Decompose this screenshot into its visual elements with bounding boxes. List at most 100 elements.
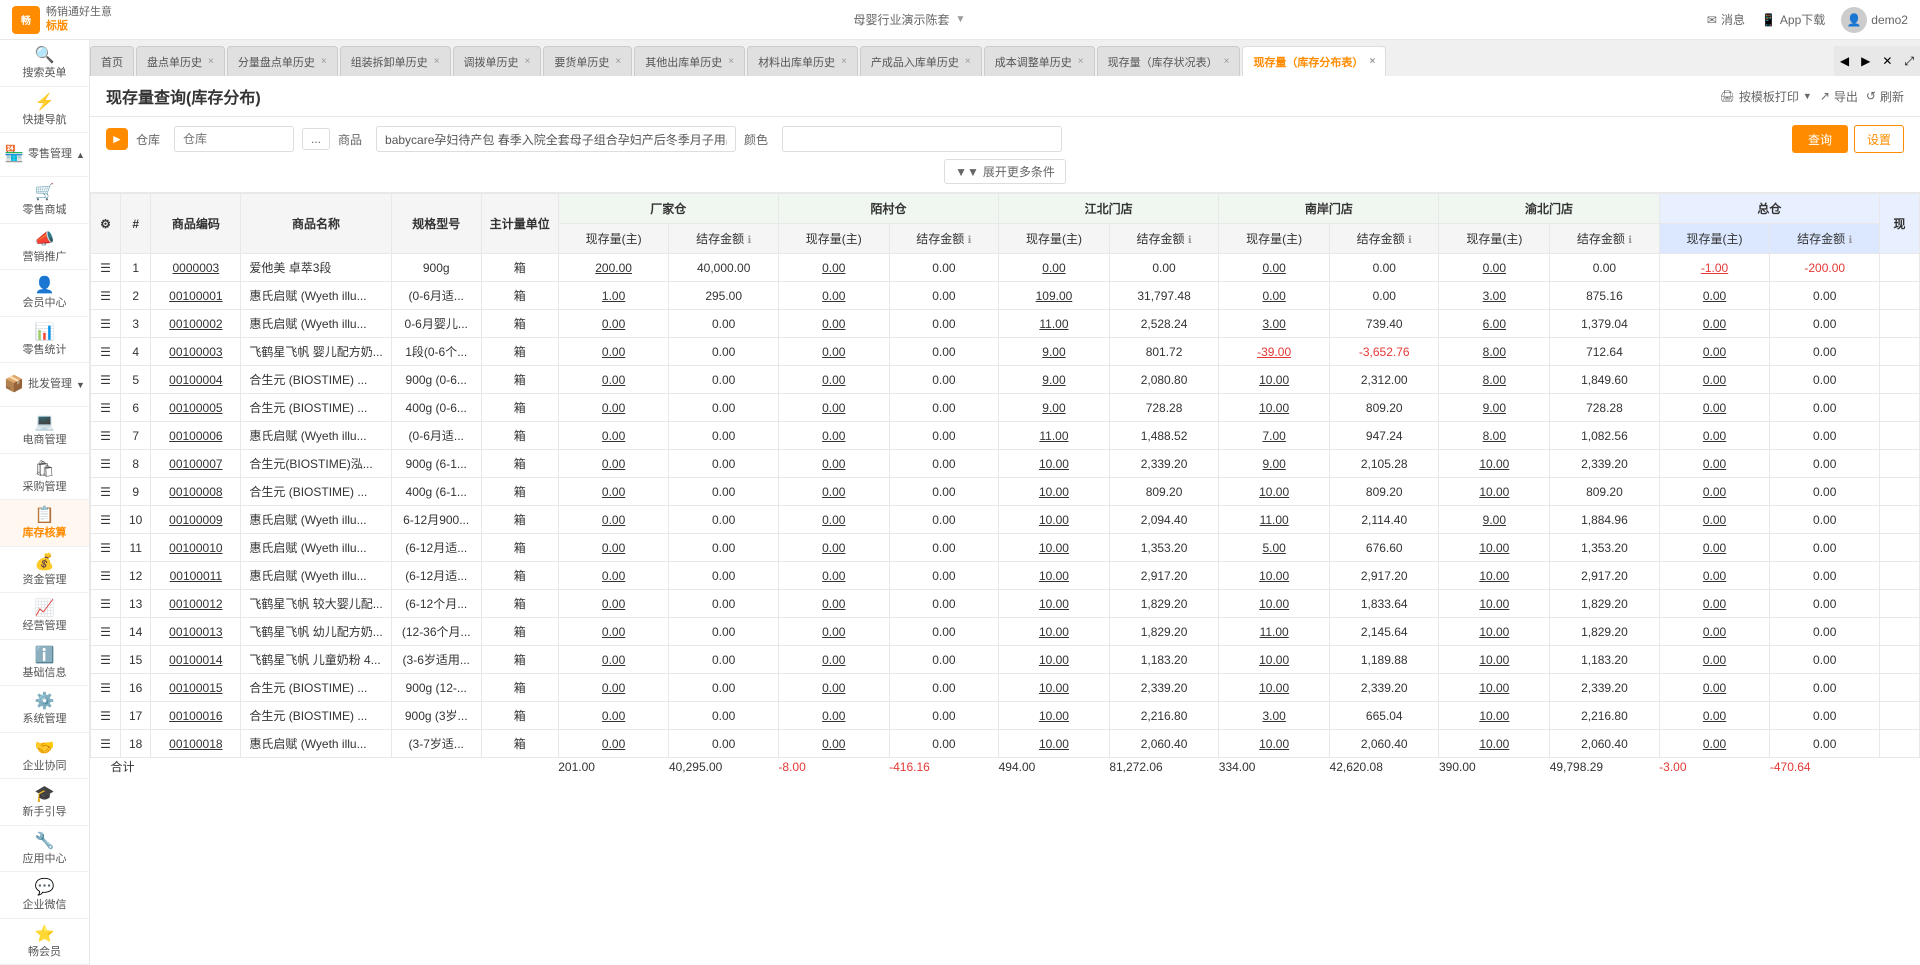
row-w2-qty[interactable]: 0.00 xyxy=(778,422,889,450)
row-w5-qty[interactable]: 10.00 xyxy=(1439,590,1550,618)
row-gear[interactable]: ☰ xyxy=(91,506,121,534)
row-w1-qty[interactable]: 0.00 xyxy=(558,730,669,758)
sidebar-item-new-guide[interactable]: 🎓 新手引导 xyxy=(0,779,89,826)
close-tab-stock-status[interactable]: × xyxy=(1224,56,1230,67)
row-w2-qty[interactable]: 0.00 xyxy=(778,730,889,758)
sidebar-item-ecommerce[interactable]: 💻 电商管理 xyxy=(0,407,89,454)
close-tab-partial-inventory[interactable]: × xyxy=(321,56,327,67)
row-w2-qty[interactable]: 0.00 xyxy=(778,338,889,366)
tab-cost-adjustment[interactable]: 成本调整单历史 × xyxy=(984,46,1095,76)
close-tab-inventory-history[interactable]: × xyxy=(208,56,214,67)
row-w4-qty[interactable]: 0.00 xyxy=(1219,282,1330,310)
row-total-qty[interactable]: 0.00 xyxy=(1659,562,1770,590)
close-tab-material-outbound[interactable]: × xyxy=(841,56,847,67)
row-w5-qty[interactable]: 10.00 xyxy=(1439,618,1550,646)
row-w1-qty[interactable]: 0.00 xyxy=(558,534,669,562)
sidebar-item-enterprise-wechat[interactable]: 💬 企业微信 xyxy=(0,872,89,919)
row-gear[interactable]: ☰ xyxy=(91,394,121,422)
row-w4-qty[interactable]: 9.00 xyxy=(1219,450,1330,478)
row-code[interactable]: 00100008 xyxy=(151,478,241,506)
row-w5-qty[interactable]: 10.00 xyxy=(1439,646,1550,674)
row-code[interactable]: 00100018 xyxy=(151,730,241,758)
row-code[interactable]: 0000003 xyxy=(151,254,241,282)
row-w1-qty[interactable]: 0.00 xyxy=(558,366,669,394)
row-w1-qty[interactable]: 0.00 xyxy=(558,618,669,646)
row-w5-qty[interactable]: 9.00 xyxy=(1439,394,1550,422)
row-w5-qty[interactable]: 9.00 xyxy=(1439,506,1550,534)
row-gear[interactable]: ☰ xyxy=(91,282,121,310)
row-w1-qty[interactable]: 0.00 xyxy=(558,506,669,534)
row-w2-qty[interactable]: 0.00 xyxy=(778,282,889,310)
sidebar-item-app-center[interactable]: 🔧 应用中心 xyxy=(0,826,89,873)
row-w1-qty[interactable]: 0.00 xyxy=(558,450,669,478)
row-w4-qty[interactable]: 10.00 xyxy=(1219,394,1330,422)
close-tab-other-outbound[interactable]: × xyxy=(728,56,734,67)
row-w2-qty[interactable]: 0.00 xyxy=(778,506,889,534)
row-w4-qty[interactable]: 10.00 xyxy=(1219,674,1330,702)
row-total-qty[interactable]: 0.00 xyxy=(1659,618,1770,646)
row-gear[interactable]: ☰ xyxy=(91,450,121,478)
row-total-qty[interactable]: -1.00 xyxy=(1659,254,1770,282)
row-w5-qty[interactable]: 10.00 xyxy=(1439,730,1550,758)
row-w3-qty[interactable]: 10.00 xyxy=(999,506,1110,534)
row-w4-qty[interactable]: 10.00 xyxy=(1219,562,1330,590)
row-total-qty[interactable]: 0.00 xyxy=(1659,282,1770,310)
row-total-qty[interactable]: 0.00 xyxy=(1659,506,1770,534)
row-total-qty[interactable]: 0.00 xyxy=(1659,590,1770,618)
row-gear[interactable]: ☰ xyxy=(91,310,121,338)
row-w1-qty[interactable]: 0.00 xyxy=(558,674,669,702)
row-w2-qty[interactable]: 0.00 xyxy=(778,674,889,702)
row-total-qty[interactable]: 0.00 xyxy=(1659,646,1770,674)
close-tab-kit-disassembly[interactable]: × xyxy=(434,56,440,67)
app-download-btn[interactable]: 📱 App下载 xyxy=(1761,11,1825,28)
row-w2-qty[interactable]: 0.00 xyxy=(778,590,889,618)
user-menu[interactable]: 👤 demo2 xyxy=(1841,7,1908,33)
row-gear[interactable]: ☰ xyxy=(91,562,121,590)
sidebar-item-retail-stats[interactable]: 📊 零售统计 xyxy=(0,317,89,364)
row-w5-qty[interactable]: 8.00 xyxy=(1439,422,1550,450)
tab-prev-btn[interactable]: ◀ xyxy=(1834,46,1855,76)
row-code[interactable]: 00100012 xyxy=(151,590,241,618)
sidebar-item-inventory-check[interactable]: 📋 库存核算 xyxy=(0,500,89,547)
row-w4-qty[interactable]: 10.00 xyxy=(1219,730,1330,758)
row-total-qty[interactable]: 0.00 xyxy=(1659,702,1770,730)
row-w3-qty[interactable]: 10.00 xyxy=(999,478,1110,506)
row-w2-qty[interactable]: 0.00 xyxy=(778,562,889,590)
row-w5-qty[interactable]: 8.00 xyxy=(1439,338,1550,366)
close-tab-cost-adjustment[interactable]: × xyxy=(1078,56,1084,67)
row-w4-qty[interactable]: 0.00 xyxy=(1219,254,1330,282)
close-tab-product-inbound[interactable]: × xyxy=(965,56,971,67)
row-code[interactable]: 00100007 xyxy=(151,450,241,478)
row-w3-qty[interactable]: 109.00 xyxy=(999,282,1110,310)
w3-amt-info-icon[interactable]: ℹ xyxy=(1188,235,1192,246)
row-w1-qty[interactable]: 0.00 xyxy=(558,590,669,618)
row-w2-qty[interactable]: 0.00 xyxy=(778,646,889,674)
row-w2-qty[interactable]: 0.00 xyxy=(778,394,889,422)
row-w1-qty[interactable]: 0.00 xyxy=(558,562,669,590)
sidebar-item-quick-nav[interactable]: ⚡ 快捷导航 xyxy=(0,87,89,134)
row-w4-qty[interactable]: 10.00 xyxy=(1219,478,1330,506)
row-total-qty[interactable]: 0.00 xyxy=(1659,394,1770,422)
row-code[interactable]: 00100016 xyxy=(151,702,241,730)
export-btn[interactable]: ↗ 导出 xyxy=(1820,88,1858,105)
w2-amt-info-icon[interactable]: ℹ xyxy=(968,235,972,246)
row-gear[interactable]: ☰ xyxy=(91,674,121,702)
row-code[interactable]: 00100009 xyxy=(151,506,241,534)
row-w2-qty[interactable]: 0.00 xyxy=(778,450,889,478)
row-code[interactable]: 00100005 xyxy=(151,394,241,422)
row-w4-qty[interactable]: 3.00 xyxy=(1219,702,1330,730)
row-gear[interactable]: ☰ xyxy=(91,534,121,562)
sidebar-item-wholesale[interactable]: 📦 批发管理 ▼ xyxy=(0,363,89,407)
row-w3-qty[interactable]: 10.00 xyxy=(999,450,1110,478)
row-w3-qty[interactable]: 10.00 xyxy=(999,562,1110,590)
row-code[interactable]: 00100015 xyxy=(151,674,241,702)
w4-amt-info-icon[interactable]: ℹ xyxy=(1408,235,1412,246)
warehouse-input[interactable] xyxy=(174,126,294,152)
row-w1-qty[interactable]: 200.00 xyxy=(558,254,669,282)
expand-more-btn[interactable]: ▼▼ 展开更多条件 xyxy=(944,159,1066,184)
row-gear[interactable]: ☰ xyxy=(91,254,121,282)
print-btn[interactable]: 🖨 按模板打印 ▼ xyxy=(1720,88,1812,105)
sidebar-item-system[interactable]: ⚙️ 系统管理 xyxy=(0,686,89,733)
row-w1-qty[interactable]: 0.00 xyxy=(558,646,669,674)
row-gear[interactable]: ☰ xyxy=(91,478,121,506)
